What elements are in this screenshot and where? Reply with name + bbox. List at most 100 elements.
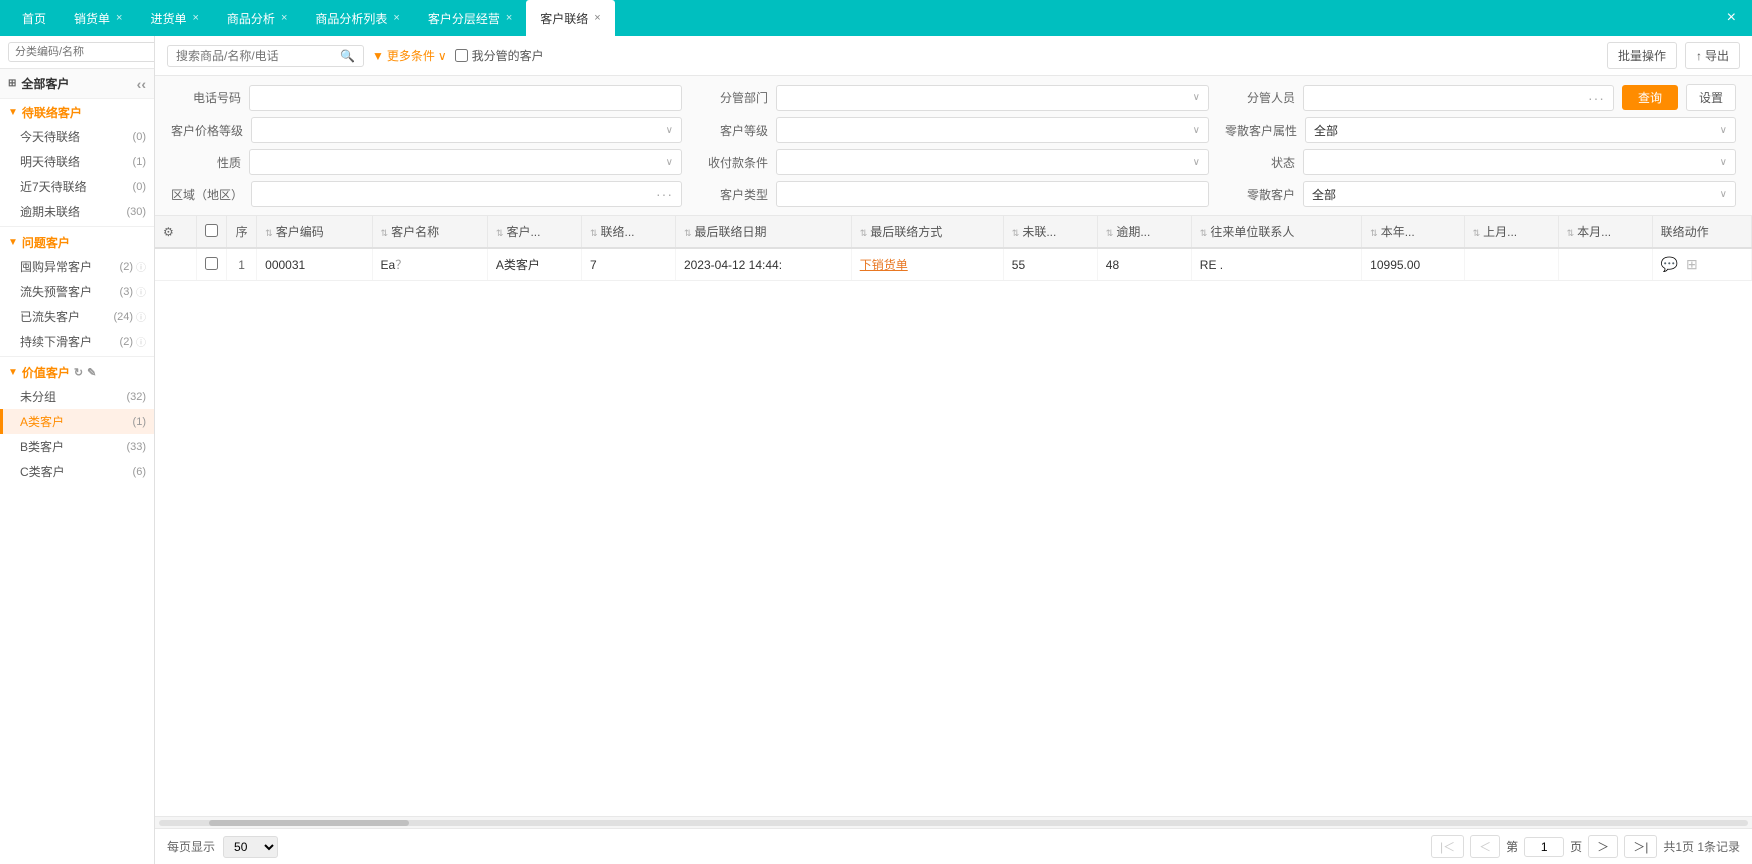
nav-product-analysis[interactable]: 商品分析 × bbox=[213, 0, 301, 36]
col-customer-name[interactable]: ⇅客户名称 bbox=[372, 216, 487, 248]
sidebar-item-tomorrow-contact[interactable]: 明天待联络 (1) bbox=[0, 149, 154, 174]
region-control[interactable]: ··· bbox=[251, 181, 682, 207]
export-button[interactable]: ↑ 导出 bbox=[1685, 42, 1740, 69]
sidebar-search-input[interactable] bbox=[8, 42, 155, 62]
col-last-contact-method[interactable]: ⇅最后联络方式 bbox=[851, 216, 1003, 248]
comment-icon[interactable]: 💬 bbox=[1661, 256, 1678, 273]
sidebar-item-overdue-contact[interactable]: 逾期未联络 (30) bbox=[0, 199, 154, 224]
edit-icon[interactable]: ✎ bbox=[87, 366, 96, 379]
next-page-button[interactable]: ＞ bbox=[1588, 835, 1618, 858]
horizontal-scrollbar[interactable] bbox=[155, 816, 1752, 828]
phone-input-control[interactable] bbox=[249, 85, 682, 111]
sidebar-item-class-c[interactable]: C类客户 (6) bbox=[0, 459, 154, 484]
col-contact-count[interactable]: ⇅联络... bbox=[581, 216, 675, 248]
query-button[interactable]: 查询 bbox=[1622, 85, 1678, 110]
filter-row-scattered-attr: 零散客户属性 全部∨ bbox=[1225, 117, 1736, 143]
dept-select-control[interactable]: ∨ bbox=[776, 85, 1209, 111]
col-this-month[interactable]: ⇅本月... bbox=[1558, 216, 1652, 248]
refresh-icon[interactable]: ↻ bbox=[74, 366, 83, 379]
sidebar-item-hoarding-abnormal[interactable]: 囤购异常客户 (2) ⓘ bbox=[0, 254, 154, 279]
sidebar-item-declining[interactable]: 持续下滑客户 (2) ⓘ bbox=[0, 329, 154, 354]
col-settings[interactable]: ⚙ bbox=[155, 216, 197, 248]
batch-operation-button[interactable]: 批量操作 bbox=[1607, 42, 1677, 69]
filter-search-icon[interactable]: 🔍 bbox=[340, 49, 355, 63]
close-all-tabs[interactable]: × bbox=[1719, 9, 1744, 27]
table-body: 1 000031 Ea？ A类客户 7 2023-04-12 14:44: 下销… bbox=[155, 248, 1752, 281]
nav-purchase-order[interactable]: 进货单 × bbox=[136, 0, 212, 36]
col-last-month[interactable]: ⇅上月... bbox=[1464, 216, 1558, 248]
col-last-contact-date[interactable]: ⇅最后联络日期 bbox=[675, 216, 851, 248]
sidebar-group-value-customers[interactable]: ▼ 价值客户 ↻ ✎ bbox=[0, 359, 154, 384]
dots-icon-region: ··· bbox=[656, 186, 673, 202]
sidebar-item-class-a[interactable]: A类客户 (1) bbox=[0, 409, 154, 434]
data-table-container: ⚙ 序 ⇅客户编码 ⇅客户名称 ⇅客户... ⇅联络... ⇅最后联络日期 ⇅最… bbox=[155, 216, 1752, 816]
close-customer-tier[interactable]: × bbox=[506, 12, 512, 24]
nav-customer-contact[interactable]: 客户联络 × bbox=[526, 0, 614, 36]
row-last-contact-method[interactable]: 下销货单 bbox=[851, 248, 1003, 281]
filter-search-input[interactable] bbox=[176, 49, 336, 63]
sidebar-item-7day-contact[interactable]: 近7天待联络 (0) bbox=[0, 174, 154, 199]
sidebar-item-churn-warning[interactable]: 流失预警客户 (3) ⓘ bbox=[0, 279, 154, 304]
col-overdue[interactable]: ⇅逾期... bbox=[1097, 216, 1191, 248]
row-checkbox[interactable] bbox=[205, 257, 218, 270]
close-product-analysis-list[interactable]: × bbox=[393, 12, 399, 24]
close-product-analysis[interactable]: × bbox=[281, 12, 287, 24]
last-page-button[interactable]: ＞| bbox=[1624, 835, 1657, 858]
nav-customer-tier[interactable]: 客户分层经营 × bbox=[414, 0, 526, 36]
col-customer-type[interactable]: ⇅客户... bbox=[487, 216, 581, 248]
first-page-button[interactable]: |＜ bbox=[1431, 835, 1464, 858]
scattered-attr-select[interactable]: 全部∨ bbox=[1305, 117, 1736, 143]
close-sales-order[interactable]: × bbox=[116, 12, 122, 24]
filter-more-conditions[interactable]: ▼ 更多条件 ∨ bbox=[372, 47, 447, 64]
filter-search-box[interactable]: 🔍 bbox=[167, 45, 364, 67]
sidebar-item-today-contact[interactable]: 今天待联络 (0) bbox=[0, 124, 154, 149]
close-purchase-order[interactable]: × bbox=[192, 12, 198, 24]
payment-select[interactable]: ∨ bbox=[776, 149, 1209, 175]
nature-select[interactable]: ∨ bbox=[249, 149, 682, 175]
sidebar-item-class-b[interactable]: B类客户 (33) bbox=[0, 434, 154, 459]
row-checkbox-cell[interactable] bbox=[197, 248, 227, 281]
info-icon-3: ⓘ bbox=[136, 309, 146, 324]
nav-sales-order[interactable]: 销货单 × bbox=[60, 0, 136, 36]
sidebar-collapse-btn[interactable]: ‹‹ bbox=[137, 76, 146, 92]
prev-page-button[interactable]: ＜ bbox=[1470, 835, 1500, 858]
nav-home[interactable]: 首页 bbox=[8, 0, 60, 36]
table-header-row: ⚙ 序 ⇅客户编码 ⇅客户名称 ⇅客户... ⇅联络... ⇅最后联络日期 ⇅最… bbox=[155, 216, 1752, 248]
customer-type-control[interactable] bbox=[776, 181, 1209, 207]
col-this-year[interactable]: ⇅本年... bbox=[1362, 216, 1464, 248]
price-level-select[interactable]: ∨ bbox=[251, 117, 682, 143]
filter-my-customers-checkbox[interactable]: 我分管的客户 bbox=[455, 47, 544, 64]
sidebar-item-churned[interactable]: 已流失客户 (24) ⓘ bbox=[0, 304, 154, 329]
close-customer-contact[interactable]: × bbox=[594, 12, 600, 24]
page-size-select[interactable]: 50 100 200 bbox=[223, 836, 278, 858]
filter-row-customer-type: 客户类型 bbox=[698, 181, 1209, 207]
sidebar-group-pending-contact[interactable]: ▼ 待联络客户 bbox=[0, 99, 154, 124]
customer-level-select[interactable]: ∨ bbox=[776, 117, 1209, 143]
col-no-contact[interactable]: ⇅未联... bbox=[1003, 216, 1097, 248]
setting-button[interactable]: 设置 bbox=[1686, 84, 1736, 111]
my-customers-checkbox-input[interactable] bbox=[455, 49, 468, 62]
row-contact-count: 7 bbox=[581, 248, 675, 281]
page-number-input[interactable] bbox=[1524, 837, 1564, 857]
sort-icon-code: ⇅ bbox=[265, 228, 273, 238]
col-customer-code[interactable]: ⇅客户编码 bbox=[257, 216, 372, 248]
nav-product-analysis-list[interactable]: 商品分析列表 × bbox=[301, 0, 413, 36]
col-contacts-person[interactable]: ⇅往来单位联系人 bbox=[1191, 216, 1361, 248]
col-select-all[interactable] bbox=[197, 216, 227, 248]
sort-icon-date: ⇅ bbox=[684, 228, 692, 238]
select-all-checkbox[interactable] bbox=[205, 224, 218, 237]
filter-row-customer-level: 客户等级 ∨ bbox=[698, 117, 1209, 143]
scroll-track bbox=[159, 820, 1748, 826]
scroll-thumb[interactable] bbox=[209, 820, 409, 826]
status-select[interactable]: ∨ bbox=[1303, 149, 1736, 175]
all-customers-header[interactable]: ⊞ 全部客户 ‹‹ bbox=[0, 69, 154, 99]
row-last-month bbox=[1464, 248, 1558, 281]
row-name[interactable]: Ea？ bbox=[372, 248, 487, 281]
sidebar-group-problem-customers[interactable]: ▼ 问题客户 bbox=[0, 229, 154, 254]
qrcode-icon[interactable]: ⊞ bbox=[1686, 256, 1698, 273]
scattered-select[interactable]: 全部∨ bbox=[1303, 181, 1736, 207]
person-control[interactable]: ··· bbox=[1303, 85, 1614, 111]
sidebar-divider-2 bbox=[0, 356, 154, 357]
sidebar-divider-1 bbox=[0, 226, 154, 227]
sidebar-item-ungrouped[interactable]: 未分组 (32) bbox=[0, 384, 154, 409]
